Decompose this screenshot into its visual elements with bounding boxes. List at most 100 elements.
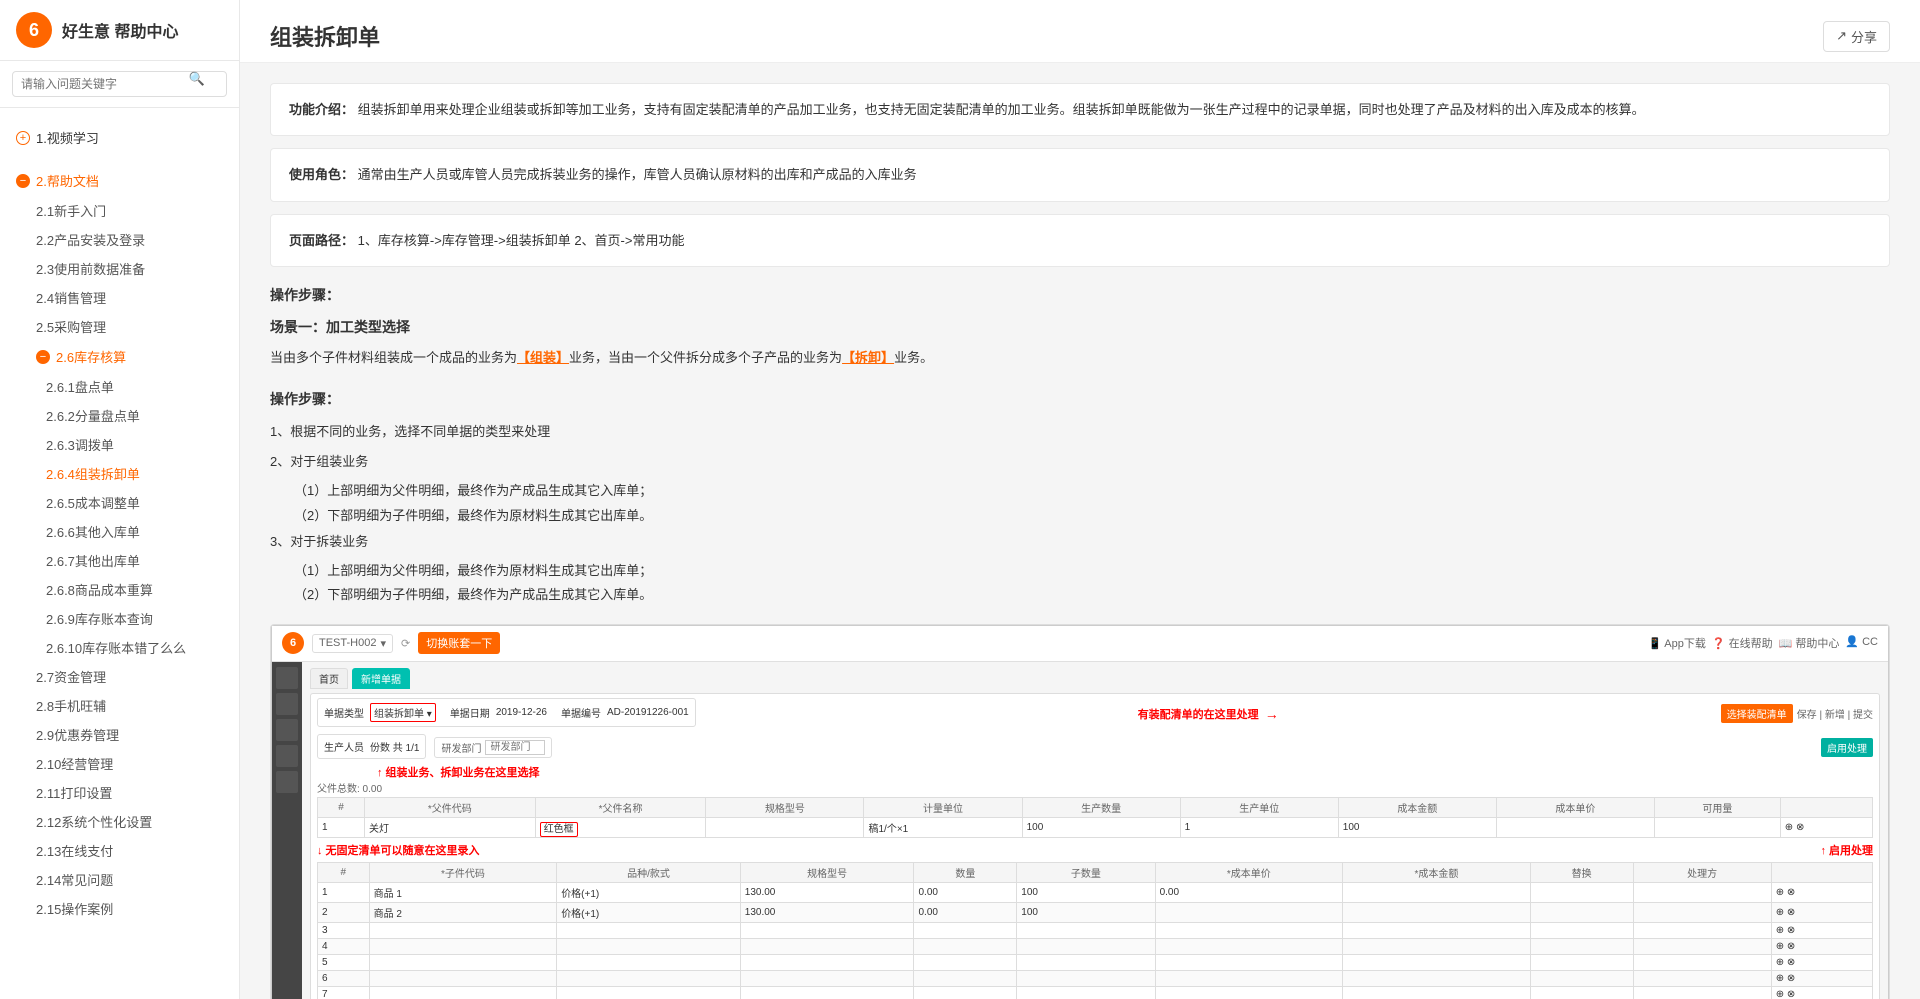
col-cost-amount: 成本金额 (1338, 797, 1496, 817)
sidebar-item-2-13[interactable]: 2.13在线支付 (0, 836, 239, 865)
sidebar-item-2-6-9[interactable]: 2.6.9库存账本查询 (0, 604, 239, 633)
app-logo-icon: 6 (16, 12, 52, 48)
form-date-value: 2019-12-26 (496, 707, 547, 718)
annotation-free-input: ↓ 无固定清单可以随意在这里录入 (317, 842, 480, 858)
arrow-right-icon: → (1265, 706, 1279, 722)
main-content: 组装拆卸单 ↗ 分享 功能介绍： 组装拆卸单用来处理企业组装或拆卸等加工业务，支… (240, 0, 1920, 999)
sidebar-item-2-12[interactable]: 2.12系统个性化设置 (0, 807, 239, 836)
step3: 3、对于拆装业务 (270, 529, 1890, 555)
intro-text: 组装拆卸单用来处理企业组装或拆卸等加工业务，支持有固定装配清单的产品加工业务，也… (358, 102, 1645, 117)
path-block: 页面路径： 1、库存核算->库存管理->组装拆卸单 2、首页->常用功能 (270, 214, 1890, 267)
app-left-nav (272, 662, 302, 999)
nav-icon-2 (276, 693, 298, 715)
sidebar-item-2-6-8[interactable]: 2.6.8商品成本重算 (0, 575, 239, 604)
app-icons-area: 📱 App下载 ❓ 在线帮助 📖 帮助中心 👤 CC (1648, 635, 1878, 651)
sidebar-item-2-15[interactable]: 2.15操作案例 (0, 894, 239, 923)
sidebar-item-2-8[interactable]: 2.8手机旺辅 (0, 691, 239, 720)
sidebar-item-data-prep[interactable]: 2.3使用前数据准备 (0, 254, 239, 283)
sidebar-item-2-6-2[interactable]: 2.6.2分量盘点单 (0, 401, 239, 430)
sidebar-item-2-6-10[interactable]: 2.6.10库存账本错了么么 (0, 633, 239, 662)
annotation-apply: ↑ 启用处理 (1820, 842, 1873, 858)
share-button[interactable]: ↗ 分享 (1823, 21, 1890, 52)
table-row: 4⊕ ⊗ (318, 938, 1873, 954)
step3-sub1: （1）上部明细为父件明细，最终作为原材料生成其它出库单； (270, 559, 1890, 584)
sidebar-item-help-docs[interactable]: − 2.帮助文档 (0, 165, 239, 196)
bottom-table: # *子件代码 品种/款式 规格型号 数量 子数量 *成本单价 *成本金额 替换 (317, 862, 1873, 999)
sidebar-item-2-6-6[interactable]: 2.6.6其他入库单 (0, 517, 239, 546)
company-name: TEST-H002 (319, 637, 376, 649)
col-op (1780, 797, 1872, 817)
nav-group-2: − 2.帮助文档 2.1新手入门 2.2产品安装及登录 2.3使用前数据准备 2… (0, 159, 239, 929)
dept-input[interactable] (485, 740, 545, 755)
sidebar-item-inventory[interactable]: − 2.6库存核算 (0, 341, 239, 372)
help-online-icon: ❓ 在线帮助 (1712, 635, 1773, 651)
form-order-value: AD-20191226-001 (607, 707, 689, 718)
apply-btn[interactable]: 启用处理 (1821, 738, 1873, 757)
sidebar-item-sales[interactable]: 2.4销售管理 (0, 283, 239, 312)
expand-icon: + (16, 131, 30, 145)
form-num-label: 生产人员 (324, 739, 364, 754)
form-type-select[interactable]: 组装拆卸单 ▾ (370, 703, 436, 722)
col-avail: 可用量 (1654, 797, 1780, 817)
share-icon: ↗ (1836, 28, 1847, 44)
page-title: 组装拆卸单 (270, 20, 380, 52)
link-assembly[interactable]: 【组装】 (517, 350, 569, 365)
tab-new-document[interactable]: 新增单据 (352, 668, 410, 689)
sidebar-item-2-11[interactable]: 2.11打印设置 (0, 778, 239, 807)
path-text: 1、库存核算->库存管理->组装拆卸单 2、首页->常用功能 (358, 233, 685, 248)
sidebar-item-2-10[interactable]: 2.10经营管理 (0, 749, 239, 778)
sidebar-item-purchase[interactable]: 2.5采购管理 (0, 312, 239, 341)
search-bar[interactable]: 🔍 (0, 61, 239, 108)
col-parent-name: *父件名称 (535, 797, 706, 817)
nav-icon-4 (276, 745, 298, 767)
sidebar-item-2-6-7[interactable]: 2.6.7其他出库单 (0, 546, 239, 575)
chevron-down-icon: ▾ (380, 637, 386, 650)
nav-icon-5 (276, 771, 298, 793)
sidebar-item-2-7[interactable]: 2.7资金管理 (0, 662, 239, 691)
col-num: # (318, 797, 365, 817)
tab-home[interactable]: 首页 (310, 668, 348, 689)
sidebar-header: 6 好生意 帮助中心 (0, 0, 239, 61)
user-icon: 👤 CC (1845, 635, 1878, 651)
screenshot-container: 6 TEST-H002 ▾ ⟳ 切换账套一下 📱 App下载 ❓ 在线帮助 📖 … (270, 624, 1890, 999)
page-header: 组装拆卸单 ↗ 分享 (240, 0, 1920, 63)
app-form-section: 单据类型 组装拆卸单 ▾ 单据日期 2019-12-26 单据编号 AD-201… (310, 693, 1880, 999)
form-type-label: 单据类型 (324, 705, 364, 720)
collapse-icon-2: − (36, 350, 50, 364)
scene1-title: 场景一：加工类型选择 (270, 317, 1890, 337)
sync-icon: ⟳ (401, 637, 410, 650)
app-topbar: 6 TEST-H002 ▾ ⟳ 切换账套一下 📱 App下载 ❓ 在线帮助 📖 … (272, 626, 1888, 662)
steps-title: 操作步骤： (270, 285, 1890, 305)
sidebar-item-install[interactable]: 2.2产品安装及登录 (0, 225, 239, 254)
intro-label: 功能介绍： (289, 102, 354, 117)
sidebar-item-2-14[interactable]: 2.14常见问题 (0, 865, 239, 894)
company-select[interactable]: TEST-H002 ▾ (312, 634, 393, 653)
step3-sub2: （2）下部明细为子件明细，最终作为产成品生成其它入库单。 (270, 583, 1890, 608)
form-action-btns: 保存 | 新增 | 提交 (1797, 706, 1873, 721)
step2-sub2: （2）下部明细为子件明细，最终作为原材料生成其它出库单。 (270, 504, 1890, 529)
switch-account-btn[interactable]: 切换账套一下 (418, 632, 500, 654)
col-parent-code: *父件代码 (364, 797, 535, 817)
steps-title2: 操作步骤： (270, 389, 1890, 409)
sidebar-item-2-6-4[interactable]: 2.6.4组装拆卸单 (0, 459, 239, 488)
sidebar-item-video-learning[interactable]: + 1.视频学习 (0, 122, 239, 153)
nav-group-1: + 1.视频学习 (0, 116, 239, 159)
form-type-row: 单据类型 组装拆卸单 ▾ 单据日期 2019-12-26 单据编号 AD-201… (317, 698, 696, 727)
role-text: 通常由生产人员或库管人员完成拆装业务的操作，库管人员确认原材料的出库和产成品的入… (358, 167, 917, 182)
select-bom-btn[interactable]: 选择装配清单 (1721, 704, 1793, 723)
sidebar-item-2-6-3[interactable]: 2.6.3调拨单 (0, 430, 239, 459)
link-disassembly[interactable]: 【拆卸】 (842, 350, 894, 365)
app-screenshot: 6 TEST-H002 ▾ ⟳ 切换账套一下 📱 App下载 ❓ 在线帮助 📖 … (271, 625, 1889, 999)
sidebar-item-beginner[interactable]: 2.1新手入门 (0, 196, 239, 225)
collapse-icon: − (16, 174, 30, 188)
sidebar-item-2-6-5[interactable]: 2.6.5成本调整单 (0, 488, 239, 517)
sidebar-item-2-9[interactable]: 2.9优惠券管理 (0, 720, 239, 749)
form-num-value: 份数 共 1/1 (370, 739, 419, 754)
sidebar-item-2-6-1[interactable]: 2.6.1盘点单 (0, 372, 239, 401)
search-input[interactable] (12, 71, 227, 97)
table-row: 1 商品 1 价格(+1) 130.00 0.00 100 0.00 (318, 882, 1873, 902)
top-table-title: 父件总数: 0.00 (317, 780, 1873, 795)
col-prod-unit: 生产单位 (1180, 797, 1338, 817)
role-label: 使用角色： (289, 167, 354, 182)
app-content-area: 首页 新增单据 单据类型 组装拆卸单 ▾ 单据日期 2019-12-26 (272, 662, 1888, 999)
